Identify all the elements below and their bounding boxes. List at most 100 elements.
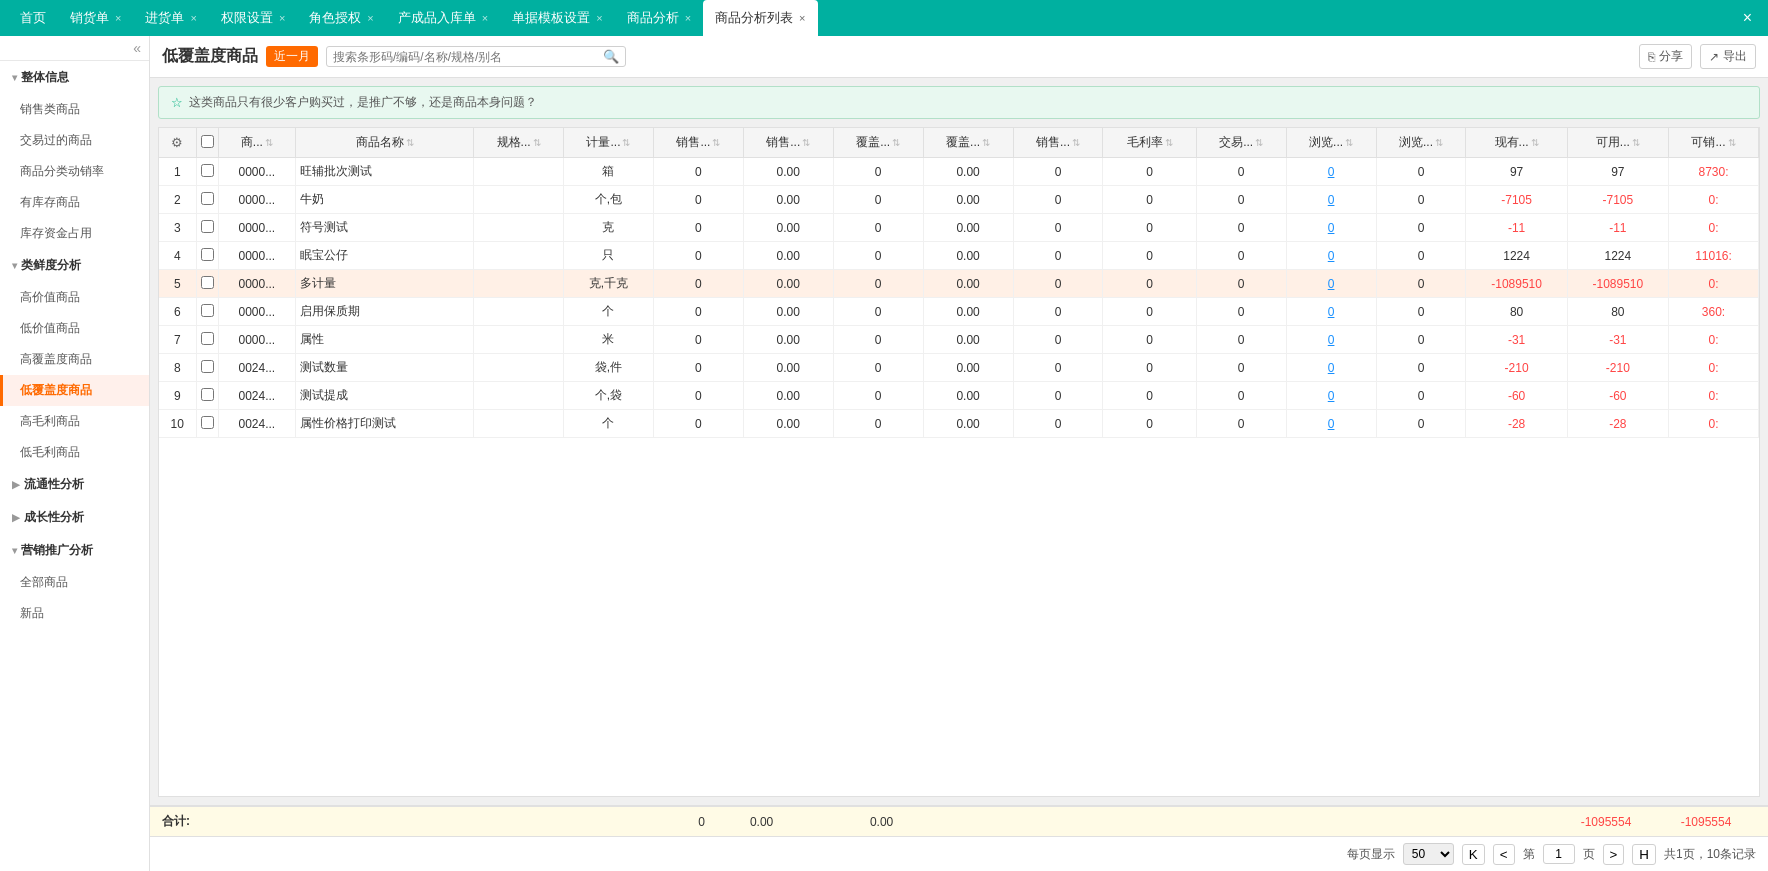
col-browse2[interactable]: 浏览...⇅: [1376, 128, 1466, 158]
close-icon[interactable]: ×: [190, 12, 196, 24]
sidebar-item-all-goods[interactable]: 全部商品: [0, 567, 149, 598]
row-browse1[interactable]: 0: [1286, 270, 1376, 298]
sidebar-item-sales-goods[interactable]: 销售类商品: [0, 94, 149, 125]
col-cover2[interactable]: 覆盖...⇅: [923, 128, 1013, 158]
next-page-button[interactable]: >: [1603, 844, 1625, 865]
col-stock1[interactable]: 现有...⇅: [1466, 128, 1567, 158]
col-sales2[interactable]: 销售...⇅: [743, 128, 833, 158]
first-page-button[interactable]: K: [1462, 844, 1485, 865]
row-checkbox[interactable]: [196, 382, 218, 410]
sidebar-item-high-profit[interactable]: 高毛利商品: [0, 406, 149, 437]
col-sales1[interactable]: 销售...⇅: [653, 128, 743, 158]
nav-product-storage[interactable]: 产成品入库单 ×: [386, 0, 500, 36]
row-browse1[interactable]: 0: [1286, 214, 1376, 242]
row-checkbox[interactable]: [196, 270, 218, 298]
col-checkbox[interactable]: [196, 128, 218, 158]
search-box[interactable]: 🔍: [326, 46, 626, 67]
row-cover1: 0: [833, 270, 923, 298]
nav-permission[interactable]: 权限设置 ×: [209, 0, 297, 36]
col-settings[interactable]: ⚙: [159, 128, 196, 158]
close-icon[interactable]: ×: [596, 12, 602, 24]
row-stock1: -31: [1466, 326, 1567, 354]
search-icon[interactable]: 🔍: [603, 49, 619, 64]
nav-home[interactable]: 首页: [8, 0, 58, 36]
row-browse1[interactable]: 0: [1286, 354, 1376, 382]
close-icon[interactable]: ×: [279, 12, 285, 24]
export-button[interactable]: ↗ 导出: [1700, 44, 1756, 69]
sidebar-section-circulation[interactable]: ▶ 流通性分析: [0, 468, 149, 501]
sidebar-item-low-coverage[interactable]: 低覆盖度商品: [0, 375, 149, 406]
row-checkbox[interactable]: [196, 410, 218, 438]
row-browse1[interactable]: 0: [1286, 158, 1376, 186]
sidebar-item-new-goods[interactable]: 新品: [0, 598, 149, 629]
sidebar-item-in-stock[interactable]: 有库存商品: [0, 187, 149, 218]
col-spec[interactable]: 规格...⇅: [474, 128, 564, 158]
sidebar-item-low-profit[interactable]: 低毛利商品: [0, 437, 149, 468]
row-browse1[interactable]: 0: [1286, 186, 1376, 214]
sidebar-item-category-rate[interactable]: 商品分类动销率: [0, 156, 149, 187]
row-browse1[interactable]: 0: [1286, 326, 1376, 354]
data-table-wrapper[interactable]: ⚙ 商...⇅ 商品名称⇅ 规格...⇅ 计量...⇅ 销售...⇅ 销售...…: [158, 127, 1760, 797]
col-unit[interactable]: 计量...⇅: [564, 128, 654, 158]
row-browse1[interactable]: 0: [1286, 298, 1376, 326]
row-cover1: 0: [833, 158, 923, 186]
nav-role-auth[interactable]: 角色授权 ×: [297, 0, 385, 36]
col-browse1[interactable]: 浏览...⇅: [1286, 128, 1376, 158]
sidebar-item-high-coverage[interactable]: 高覆盖度商品: [0, 344, 149, 375]
row-checkbox[interactable]: [196, 242, 218, 270]
nav-sales-order[interactable]: 销货单 ×: [58, 0, 133, 36]
row-gross: 0: [1103, 326, 1196, 354]
sidebar-section-marketing[interactable]: ▾ 营销推广分析: [0, 534, 149, 567]
page-size-select[interactable]: 50 20 100: [1403, 843, 1454, 865]
row-checkbox[interactable]: [196, 326, 218, 354]
row-stock2: 1224: [1567, 242, 1668, 270]
nav-product-analysis[interactable]: 商品分析 ×: [615, 0, 703, 36]
row-browse2: 0: [1376, 354, 1466, 382]
window-close-button[interactable]: ×: [1735, 9, 1760, 27]
nav-purchase-order[interactable]: 进货单 ×: [133, 0, 208, 36]
sidebar-item-high-value[interactable]: 高价值商品: [0, 282, 149, 313]
sidebar-item-low-value[interactable]: 低价值商品: [0, 313, 149, 344]
col-stock3[interactable]: 可销...⇅: [1668, 128, 1758, 158]
close-icon[interactable]: ×: [367, 12, 373, 24]
row-checkbox[interactable]: [196, 298, 218, 326]
close-icon[interactable]: ×: [115, 12, 121, 24]
page-number-input[interactable]: [1543, 844, 1575, 864]
nav-product-analysis-list[interactable]: 商品分析列表 ×: [703, 0, 817, 36]
col-name[interactable]: 商品名称⇅: [296, 128, 474, 158]
sidebar-item-stock-capital[interactable]: 库存资金占用: [0, 218, 149, 249]
close-icon[interactable]: ×: [482, 12, 488, 24]
col-code[interactable]: 商...⇅: [218, 128, 296, 158]
row-browse1[interactable]: 0: [1286, 242, 1376, 270]
sidebar-item-traded-goods[interactable]: 交易过的商品: [0, 125, 149, 156]
filter-period-button[interactable]: 近一月: [266, 46, 318, 67]
row-checkbox[interactable]: [196, 186, 218, 214]
row-browse1[interactable]: 0: [1286, 382, 1376, 410]
row-browse1[interactable]: 0: [1286, 410, 1376, 438]
close-icon[interactable]: ×: [799, 12, 805, 24]
row-checkbox[interactable]: [196, 158, 218, 186]
row-name: 眠宝公仔: [296, 242, 474, 270]
sidebar-section-freshness[interactable]: ▾ 类鲜度分析: [0, 249, 149, 282]
nav-template-settings[interactable]: 单据模板设置 ×: [500, 0, 614, 36]
col-stock2[interactable]: 可用...⇅: [1567, 128, 1668, 158]
row-checkbox[interactable]: [196, 214, 218, 242]
sidebar-section-growth[interactable]: ▶ 成长性分析: [0, 501, 149, 534]
gear-icon[interactable]: ⚙: [171, 135, 183, 150]
col-cover1[interactable]: 覆盖...⇅: [833, 128, 923, 158]
select-all-checkbox[interactable]: [201, 135, 214, 148]
prev-page-button[interactable]: <: [1493, 844, 1515, 865]
search-input[interactable]: [333, 50, 603, 64]
col-gross[interactable]: 毛利率⇅: [1103, 128, 1196, 158]
row-stock2: -31: [1567, 326, 1668, 354]
row-cover1: 0: [833, 354, 923, 382]
row-checkbox[interactable]: [196, 354, 218, 382]
col-trade[interactable]: 交易...⇅: [1196, 128, 1286, 158]
table-row: 3 0000... 符号测试 克 0 0.00 0 0.00 0 0 0 0 0…: [159, 214, 1759, 242]
share-button[interactable]: ⎘ 分享: [1639, 44, 1692, 69]
close-icon[interactable]: ×: [685, 12, 691, 24]
sidebar-section-overall[interactable]: ▾ 整体信息: [0, 61, 149, 94]
last-page-button[interactable]: H: [1632, 844, 1656, 865]
col-sales3[interactable]: 销售...⇅: [1013, 128, 1103, 158]
sidebar-collapse-button[interactable]: «: [0, 36, 149, 61]
